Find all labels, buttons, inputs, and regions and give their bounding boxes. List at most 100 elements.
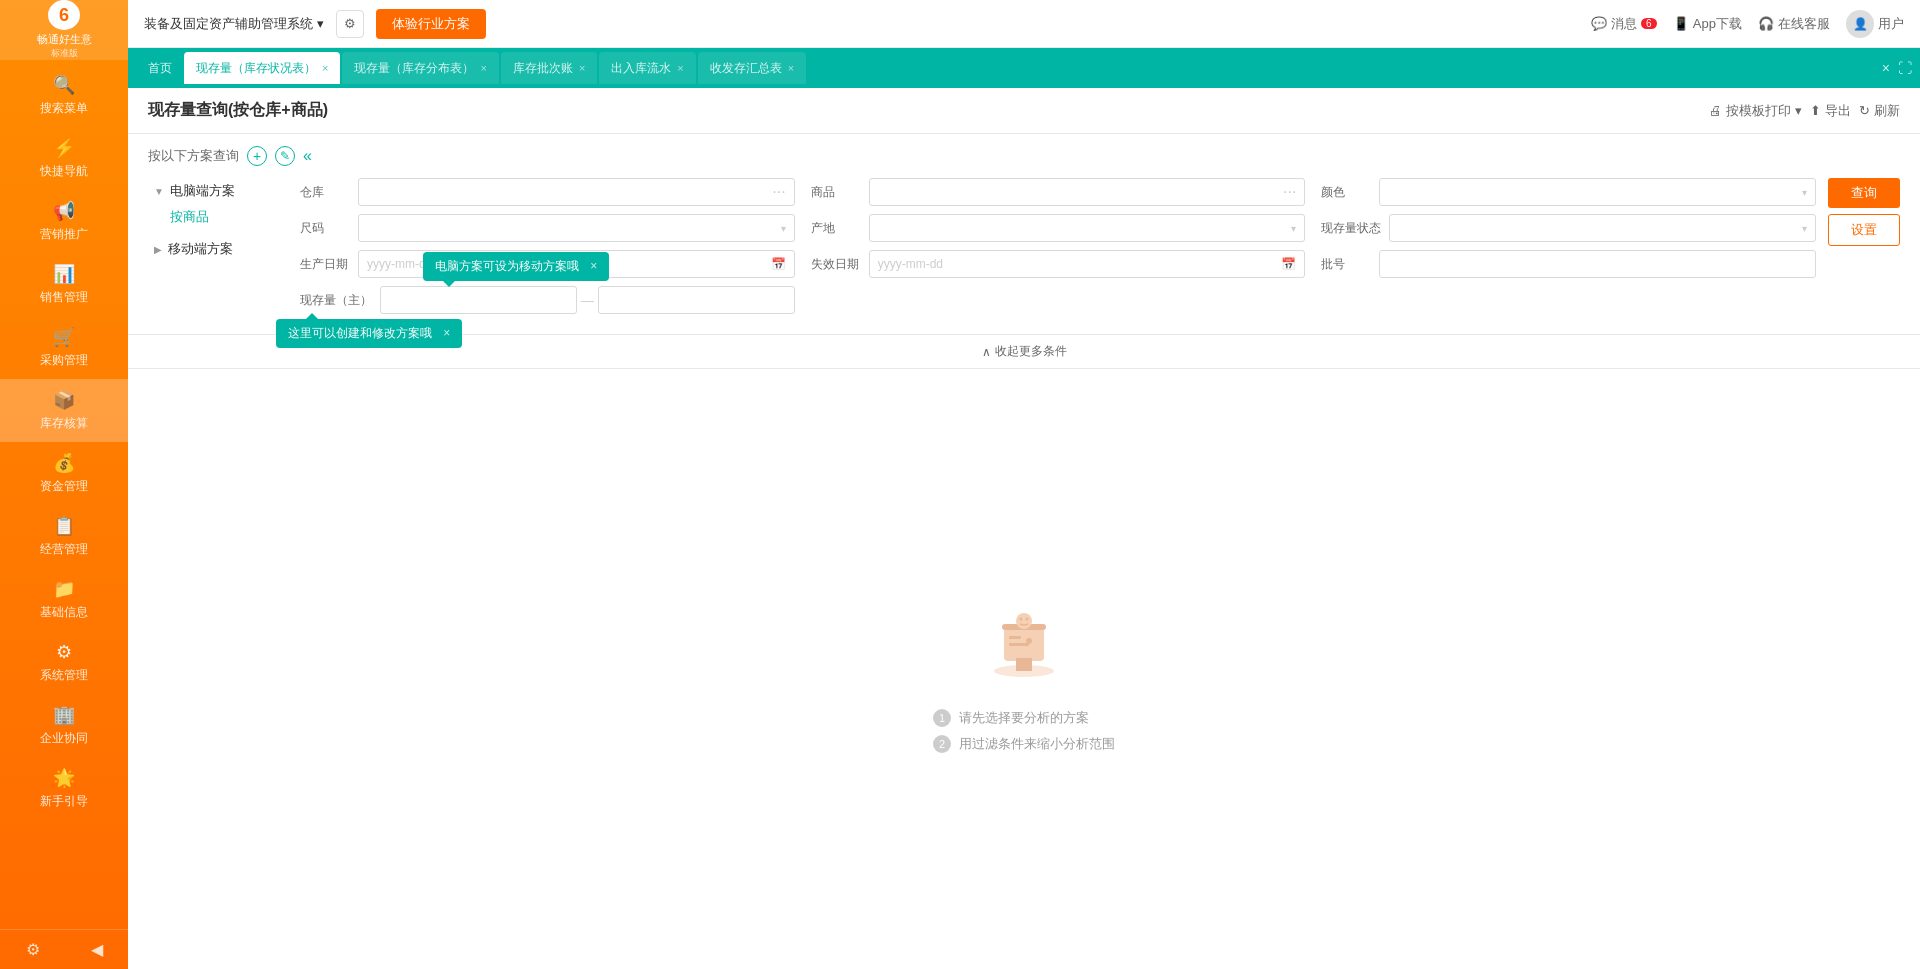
sidebar: 6 畅通好生意 标准版 🔍 搜索菜单 ⚡ 快捷导航 📢 营销推广 📊 销售管理 … — [0, 0, 128, 969]
sidebar-item-guide[interactable]: 🌟 新手引导 — [0, 757, 128, 820]
scheme-item-mobile[interactable]: ▶ 移动端方案 — [148, 236, 276, 262]
tooltip2-close-icon[interactable]: × — [443, 326, 450, 340]
tooltip-close-icon[interactable]: × — [590, 259, 597, 273]
batch-label: 批号 — [1321, 256, 1371, 273]
filter-field-expire-date: 失效日期 yyyy-mm-dd 📅 — [811, 250, 1306, 278]
sidebar-item-marketing[interactable]: 📢 营销推广 — [0, 190, 128, 253]
tip2-text: 用过滤条件来缩小分析范围 — [959, 735, 1115, 753]
sidebar-item-inventory[interactable]: 📦 库存核算 — [0, 379, 128, 442]
expire-date-input[interactable]: yyyy-mm-dd 📅 — [869, 250, 1306, 278]
tab-close-icon[interactable]: × — [480, 62, 486, 74]
tip2-number: 2 — [933, 735, 951, 753]
size-select[interactable]: ▾ — [358, 214, 795, 242]
stock-qty-from[interactable] — [380, 286, 577, 314]
select-arrow-icon: ▾ — [1802, 187, 1807, 198]
search-icon: 🔍 — [53, 74, 75, 96]
tab-close-icon[interactable]: × — [579, 62, 585, 74]
tab-fullscreen-icon[interactable]: ⛶ — [1898, 60, 1912, 76]
tree-expand-icon: ▶ — [154, 244, 162, 255]
filter-header: 按以下方案查询 + ✎ « — [148, 146, 1900, 166]
export-button[interactable]: ⬆ 导出 — [1810, 102, 1851, 120]
tab-batch-ledger[interactable]: 库存批次账 × — [501, 52, 597, 84]
warehouse-label: 仓库 — [300, 184, 350, 201]
tab-in-out-flow[interactable]: 出入库流水 × — [599, 52, 695, 84]
select-arrow-icon: ▾ — [1802, 223, 1807, 234]
empty-state: 1 请先选择要分析的方案 2 用过滤条件来缩小分析范围 — [128, 369, 1920, 969]
svg-rect-4 — [1009, 643, 1029, 646]
messages-button[interactable]: 💬 消息 6 — [1591, 15, 1657, 33]
tab-close-icon[interactable]: × — [677, 62, 683, 74]
calendar-icon: 📅 — [771, 257, 786, 271]
stock-qty-to[interactable] — [598, 286, 795, 314]
color-select[interactable]: ▾ — [1379, 178, 1816, 206]
tab-close-icon[interactable]: × — [788, 62, 794, 74]
tab-close-all-icon[interactable]: × — [1882, 60, 1890, 76]
sidebar-item-label: 资金管理 — [40, 478, 88, 495]
app-download-button[interactable]: 📱 App下载 — [1673, 15, 1742, 33]
sidebar-item-purchase[interactable]: 🛒 采购管理 — [0, 316, 128, 379]
top-header: 装备及固定资产辅助管理系统 ▾ ⚙ 体验行业方案 💬 消息 6 📱 App下载 … — [128, 0, 1920, 48]
inventory-icon: 📦 — [53, 389, 75, 411]
filter-field-batch: 批号 — [1321, 250, 1816, 278]
filter-arrow-icon[interactable]: « — [303, 147, 312, 165]
user-area[interactable]: 👤 用户 — [1846, 10, 1904, 38]
system-title-dropdown[interactable]: 装备及固定资产辅助管理系统 ▾ — [144, 15, 324, 33]
gear-button[interactable]: ⚙ — [336, 10, 364, 38]
filter-edit-button[interactable]: ✎ — [275, 146, 295, 166]
sidebar-item-label: 企业协同 — [40, 730, 88, 747]
stock-qty-label: 现存量（主） — [300, 292, 372, 309]
scheme-item-by-goods[interactable]: 按商品 — [148, 204, 276, 230]
query-button[interactable]: 查询 — [1828, 178, 1900, 208]
template-print-label: 按模板打印 — [1726, 102, 1791, 120]
filter-field-color: 颜色 ▾ — [1321, 178, 1816, 206]
collapse-sidebar-icon[interactable]: ◀ — [91, 940, 103, 959]
svg-point-6 — [1016, 613, 1032, 629]
filter-field-stock-qty: 现存量（主） — — [300, 286, 795, 314]
refresh-button[interactable]: ↻ 刷新 — [1859, 102, 1900, 120]
svg-rect-3 — [1009, 636, 1021, 639]
tip1-number: 1 — [933, 709, 951, 727]
sidebar-item-search[interactable]: 🔍 搜索菜单 — [0, 64, 128, 127]
settings-bottom-icon[interactable]: ⚙ — [26, 940, 40, 959]
scheme-item-desktop[interactable]: ▼ 电脑端方案 — [148, 178, 276, 204]
sidebar-item-sales[interactable]: 📊 销售管理 — [0, 253, 128, 316]
tab-home[interactable]: 首页 — [136, 60, 184, 77]
enterprise-icon: 🏢 — [53, 704, 75, 726]
tab-inventory-dist[interactable]: 现存量（库存分布表） × — [342, 52, 498, 84]
sidebar-item-operations[interactable]: 📋 经营管理 — [0, 505, 128, 568]
tab-label: 出入库流水 — [611, 60, 671, 77]
sidebar-item-system[interactable]: ⚙ 系统管理 — [0, 631, 128, 694]
color-label: 颜色 — [1321, 184, 1371, 201]
filter-add-button[interactable]: + — [247, 146, 267, 166]
reset-button[interactable]: 设置 — [1828, 214, 1900, 246]
support-icon: 🎧 — [1758, 16, 1774, 31]
goods-select[interactable]: ··· — [869, 178, 1306, 206]
system-icon: ⚙ — [56, 641, 72, 663]
warehouse-select[interactable]: ··· — [358, 178, 795, 206]
operations-icon: 📋 — [53, 515, 75, 537]
sidebar-item-label: 经营管理 — [40, 541, 88, 558]
tab-close-icon[interactable]: × — [322, 62, 328, 74]
experience-button[interactable]: 体验行业方案 — [376, 9, 486, 39]
batch-input[interactable] — [1379, 250, 1816, 278]
export-label: 导出 — [1825, 102, 1851, 120]
tab-inventory-status[interactable]: 现存量（库存状况表） × — [184, 52, 340, 84]
origin-select[interactable]: ▾ — [869, 214, 1306, 242]
sidebar-item-label: 快捷导航 — [40, 163, 88, 180]
tab-receive-summary[interactable]: 收发存汇总表 × — [698, 52, 806, 84]
scheme-tree: ▼ 电脑端方案 按商品 ▶ 移动端方案 — [148, 178, 288, 322]
template-print-button[interactable]: 🖨 按模板打印 ▾ — [1709, 102, 1802, 120]
sidebar-item-basic[interactable]: 📁 基础信息 — [0, 568, 128, 631]
tab-label: 收发存汇总表 — [710, 60, 782, 77]
sidebar-item-finance[interactable]: 💰 资金管理 — [0, 442, 128, 505]
quick-nav-icon: ⚡ — [53, 137, 75, 159]
sidebar-item-quick-nav[interactable]: ⚡ 快捷导航 — [0, 127, 128, 190]
tab-bar-right: × ⛶ — [1882, 60, 1912, 76]
online-support-button[interactable]: 🎧 在线客服 — [1758, 15, 1830, 33]
online-support-label: 在线客服 — [1778, 15, 1830, 33]
calendar-icon: 📅 — [1281, 257, 1296, 271]
collapse-label: 收起更多条件 — [995, 343, 1067, 360]
stock-status-select[interactable]: ▾ — [1389, 214, 1816, 242]
finance-icon: 💰 — [53, 452, 75, 474]
sidebar-item-enterprise[interactable]: 🏢 企业协同 — [0, 694, 128, 757]
